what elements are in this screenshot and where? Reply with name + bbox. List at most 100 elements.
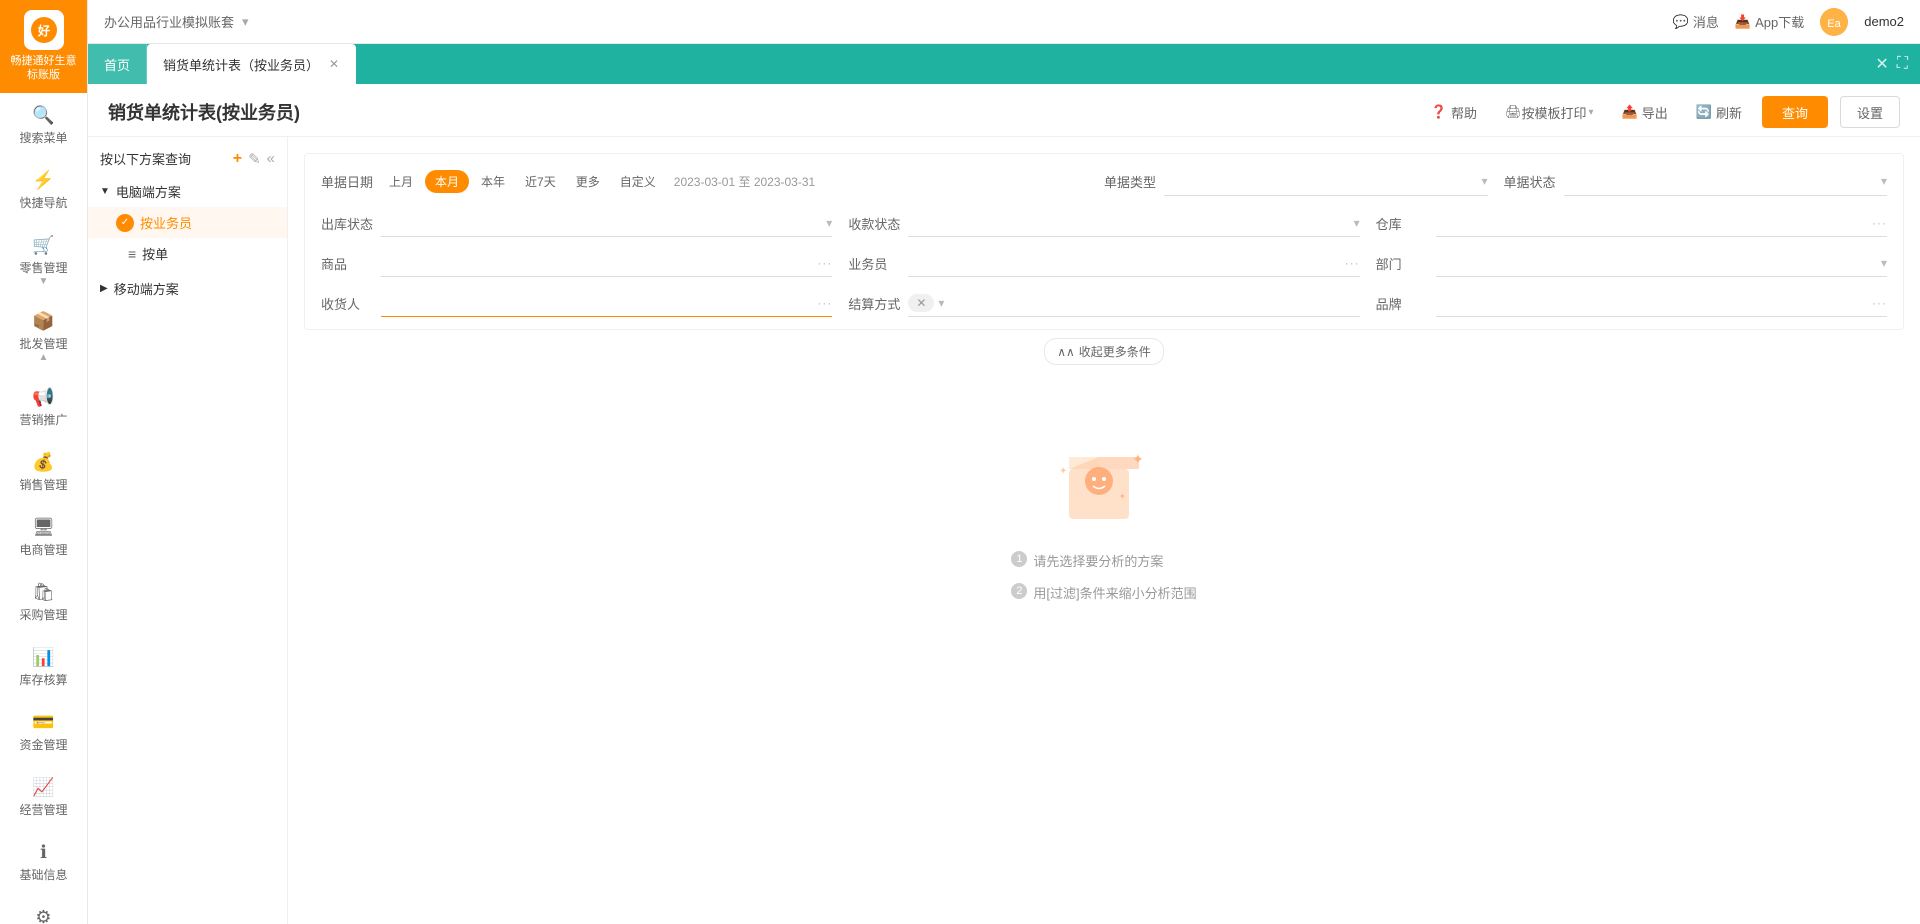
left-panel-title: 按以下方案查询 [100, 149, 191, 168]
doc-type-label: 单据类型 [1104, 172, 1164, 191]
date-tab-custom[interactable]: 自定义 [612, 170, 664, 193]
user-avatar[interactable]: Ea [1820, 8, 1848, 36]
message-button[interactable]: 💬 消息 [1673, 12, 1719, 31]
date-tab-7days[interactable]: 近7天 [517, 170, 564, 193]
tab-maximize-icon[interactable]: ⛶ [1897, 55, 1908, 73]
sidebar-item-operations[interactable]: 📈 经营管理 [0, 765, 87, 830]
topbar-left: 办公用品行业模拟账套 ▾ [104, 12, 249, 31]
scheme-item-salesman-label: 按业务员 [140, 213, 192, 232]
sidebar-item-system[interactable]: ⚙ 系统管理 [0, 895, 87, 924]
logo-icon: 好 [24, 10, 64, 50]
workspace-title[interactable]: 办公用品行业模拟账套 [104, 12, 234, 31]
add-scheme-button[interactable]: + [233, 150, 242, 168]
step1-num: 1 [1011, 551, 1027, 567]
print-button[interactable]: 🖨 按模板打印 ▾ [1497, 99, 1602, 126]
app-download-icon: 📥 [1735, 14, 1751, 30]
tab-close-icon[interactable]: ✕ [329, 57, 339, 71]
sidebar-item-ecommerce[interactable]: 🖥 电商管理 [0, 505, 87, 570]
mobile-group-arrow: ▶ [100, 283, 108, 294]
sidebar-item-sales[interactable]: 💰 销售管理 [0, 440, 87, 505]
collapse-panel-button[interactable]: « [267, 150, 275, 168]
receiver-control[interactable]: ··· [381, 289, 832, 317]
scheme-group-mobile-header[interactable]: ▶ 移动端方案 [88, 273, 287, 304]
refresh-icon: 🔄 [1696, 104, 1712, 120]
settlement-arrow: ▾ [938, 296, 944, 310]
svg-text:✦: ✦ [1132, 451, 1144, 467]
main-area: 办公用品行业模拟账套 ▾ 💬 消息 📥 App下载 Ea demo2 首页 [88, 0, 1920, 924]
svg-text:Ea: Ea [1828, 18, 1842, 30]
svg-text:✦: ✦ [1119, 492, 1126, 501]
sidebar-item-basic[interactable]: ℹ 基础信息 [0, 830, 87, 895]
step2-text: 用[过滤]条件来缩小分析范围 [1033, 581, 1196, 607]
scheme-group-mobile: ▶ 移动端方案 [88, 273, 287, 304]
sidebar-item-ecommerce-label: 电商管理 [19, 541, 67, 558]
filter-field-brand: 品牌 ··· [1376, 289, 1887, 317]
date-tab-last-month[interactable]: 上月 [381, 170, 421, 193]
operations-icon: 📈 [32, 777, 54, 798]
scheme-subitem-by-order[interactable]: ≡ 按单 [88, 238, 287, 269]
date-tab-this-month[interactable]: 本月 [425, 170, 469, 193]
sidebar-item-quicknav[interactable]: ⚡ 快捷导航 [0, 158, 87, 223]
sidebar-item-finance[interactable]: 💳 资金管理 [0, 700, 87, 765]
help-button[interactable]: ❓ 帮助 [1423, 99, 1485, 126]
sidebar-item-wholesale[interactable]: 📦 批发管理 ▲ [0, 299, 87, 375]
warehouse-control[interactable]: ··· [1436, 209, 1887, 237]
mobile-group-label: 移动端方案 [114, 279, 179, 298]
print-arrow[interactable]: ▾ [1589, 107, 1594, 118]
tag-x[interactable]: ✕ [916, 296, 926, 310]
tab-close-all-icon[interactable]: ✕ [1875, 54, 1888, 74]
sidebar-item-marketing[interactable]: 📢 营销推广 [0, 375, 87, 440]
workspace-arrow[interactable]: ▾ [242, 14, 249, 30]
refresh-button[interactable]: 🔄 刷新 [1688, 99, 1750, 126]
sidebar-item-retail[interactable]: 🛒 零售管理 ▼ [0, 223, 87, 299]
payment-control[interactable]: ▾ [908, 209, 1359, 237]
filter-field-payment: 收款状态 ▾ [848, 209, 1359, 237]
dept-control[interactable]: ▾ [1436, 249, 1887, 277]
export-button[interactable]: 📤 导出 [1614, 99, 1676, 126]
scheme-item-by-salesman[interactable]: ✓ 按业务员 [88, 207, 287, 238]
query-button[interactable]: 查询 [1762, 96, 1828, 128]
doc-status-control[interactable]: ▾ [1564, 168, 1888, 196]
svg-text:✦: ✦ [1059, 466, 1067, 477]
brand-dots: ··· [1872, 296, 1887, 310]
username-label[interactable]: demo2 [1864, 14, 1904, 29]
date-tab-this-year[interactable]: 本年 [473, 170, 513, 193]
outbound-control[interactable]: ▾ [381, 209, 832, 237]
sidebar-item-purchase[interactable]: 🛍 采购管理 [0, 570, 87, 635]
goods-label: 商品 [321, 254, 381, 273]
app-download-label: App下载 [1755, 12, 1804, 31]
date-label: 单据日期 [321, 172, 381, 191]
filter-field-goods: 商品 ··· [321, 249, 832, 277]
salesman-control[interactable]: ··· [908, 249, 1359, 277]
doc-type-control[interactable]: ▾ [1164, 168, 1488, 196]
main-layout: 按以下方案查询 + ✎ « ▼ 电脑端方案 [88, 137, 1920, 924]
app-download-button[interactable]: 📥 App下载 [1735, 12, 1804, 31]
warehouse-dots: ··· [1872, 216, 1887, 230]
settings-button[interactable]: 设置 [1840, 96, 1900, 128]
tab-sales-stats[interactable]: 销货单统计表（按业务员） ✕ [147, 44, 356, 84]
filter-field-date: 单据日期 上月 本月 本年 近7天 更多 自定义 2023-03-01 至 20… [321, 166, 1088, 197]
sidebar-item-purchase-label: 采购管理 [19, 606, 67, 623]
tab-home[interactable]: 首页 [88, 44, 147, 84]
sidebar-item-inventory[interactable]: 📊 库存核算 [0, 635, 87, 700]
pc-group-arrow: ▼ [100, 186, 110, 197]
inventory-icon: 📊 [32, 647, 54, 668]
scheme-group-pc-header[interactable]: ▼ 电脑端方案 [88, 176, 287, 207]
outbound-arrow: ▾ [826, 216, 832, 230]
sidebar-item-sales-label: 销售管理 [19, 476, 67, 493]
message-icon: 💬 [1673, 14, 1689, 30]
print-label: 按模板打印 [1522, 103, 1587, 122]
logo-area[interactable]: 好 畅捷通好生意 标账版 [0, 0, 87, 93]
goods-control[interactable]: ··· [381, 249, 832, 277]
receiver-input[interactable] [381, 295, 813, 310]
sidebar-item-search[interactable]: 🔍 搜索菜单 [0, 93, 87, 158]
payment-arrow: ▾ [1354, 216, 1360, 230]
settlement-control[interactable]: ✕ ▾ [908, 289, 1359, 317]
filter-field-receiver: 收货人 ··· [321, 289, 832, 317]
step1-text: 请先选择要分析的方案 [1033, 549, 1163, 575]
brand-control[interactable]: ··· [1436, 289, 1887, 317]
collapse-button[interactable]: ∧∧ 收起更多条件 [1044, 338, 1164, 365]
edit-scheme-button[interactable]: ✎ [248, 150, 261, 168]
date-tab-more[interactable]: 更多 [568, 170, 608, 193]
filter-field-warehouse: 仓库 ··· [1376, 209, 1887, 237]
